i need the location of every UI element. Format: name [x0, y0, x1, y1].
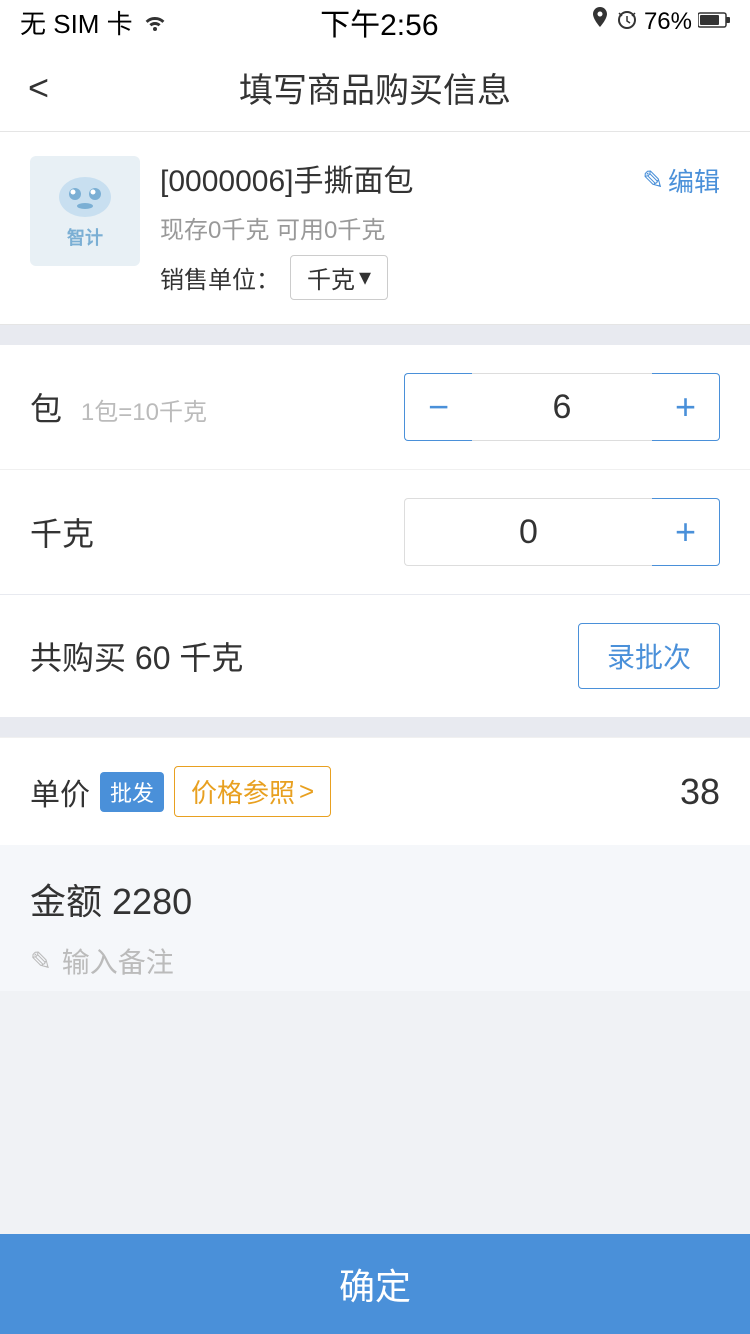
note-placeholder[interactable]: 输入备注 [62, 941, 174, 981]
bao-increase-button[interactable]: + [652, 373, 720, 441]
back-button[interactable]: < [28, 67, 49, 109]
kg-quantity-row: 千克 + [0, 470, 750, 594]
bao-hint: 1包=10千克 [81, 399, 207, 426]
chevron-down-icon: ▾ [359, 263, 371, 292]
price-type-tag: 批发 [100, 772, 164, 812]
kg-quantity-input[interactable] [404, 498, 652, 566]
price-section: 单价 批发 价格参照 > 38 [0, 737, 750, 845]
battery-icon [698, 8, 730, 36]
bao-quantity-row: 包 1包=10千克 − + [0, 345, 750, 470]
bao-quantity-input[interactable] [472, 373, 652, 441]
product-stock: 现存0千克 可用0千克 [160, 210, 720, 245]
amount-row: 金额 2280 [30, 873, 720, 925]
kg-label: 千克 [30, 509, 404, 555]
product-logo: 智计 [55, 172, 115, 250]
section-divider-2 [0, 717, 750, 737]
total-text: 共购买 60 千克 [30, 633, 243, 679]
status-bar: 无 SIM 卡 下午2:56 76% [0, 0, 750, 44]
batch-button[interactable]: 录批次 [578, 623, 720, 689]
wifi-icon [141, 7, 169, 38]
price-label-group: 单价 批发 价格参照 > [30, 766, 331, 817]
product-unit-row: 销售单位： 千克 ▾ [160, 255, 720, 300]
status-time: 下午2:56 [320, 0, 438, 44]
sim-label: 无 SIM 卡 [20, 4, 133, 41]
pencil-icon: ✎ [30, 946, 52, 977]
bao-decrease-button[interactable]: − [404, 373, 472, 441]
battery-percent: 76% [644, 8, 692, 36]
price-value: 38 [680, 771, 720, 813]
bao-label-group: 包 1包=10千克 [30, 384, 404, 430]
product-section: 智计 [0000006]手撕面包 现存0千克 可用0千克 销售单位： 千克 ▾ … [0, 132, 750, 325]
quantity-section: 包 1包=10千克 − + 千克 + [0, 345, 750, 594]
amount-section: 金额 2280 ✎ 输入备注 [0, 845, 750, 991]
status-right: 76% [590, 7, 730, 38]
unit-select[interactable]: 千克 ▾ [290, 255, 388, 300]
product-image: 智计 [30, 156, 140, 266]
unit-label: 销售单位： [160, 260, 280, 295]
alarm-icon [616, 8, 638, 37]
total-row: 共购买 60 千克 录批次 [0, 594, 750, 717]
note-row[interactable]: ✎ 输入备注 [30, 941, 720, 981]
kg-quantity-controls: + [404, 498, 720, 566]
bao-quantity-controls: − + [404, 373, 720, 441]
page-title: 填写商品购买信息 [239, 63, 511, 112]
edit-button[interactable]: ✎ 编辑 [642, 162, 720, 199]
product-info: [0000006]手撕面包 现存0千克 可用0千克 销售单位： 千克 ▾ [160, 156, 720, 300]
content-spacer [0, 991, 750, 1234]
bao-label: 包 [30, 391, 62, 427]
nav-bar: < 填写商品购买信息 [0, 44, 750, 132]
price-label: 单价 [30, 770, 90, 814]
kg-increase-button[interactable]: + [652, 498, 720, 566]
location-icon [590, 7, 610, 38]
section-divider-1 [0, 325, 750, 345]
chevron-right-icon: > [299, 776, 314, 807]
confirm-button[interactable]: 确定 [0, 1234, 750, 1334]
price-reference-button[interactable]: 价格参照 > [174, 766, 331, 817]
status-left: 无 SIM 卡 [20, 4, 169, 41]
product-name: [0000006]手撕面包 [160, 156, 720, 200]
edit-icon: ✎ [642, 165, 664, 196]
